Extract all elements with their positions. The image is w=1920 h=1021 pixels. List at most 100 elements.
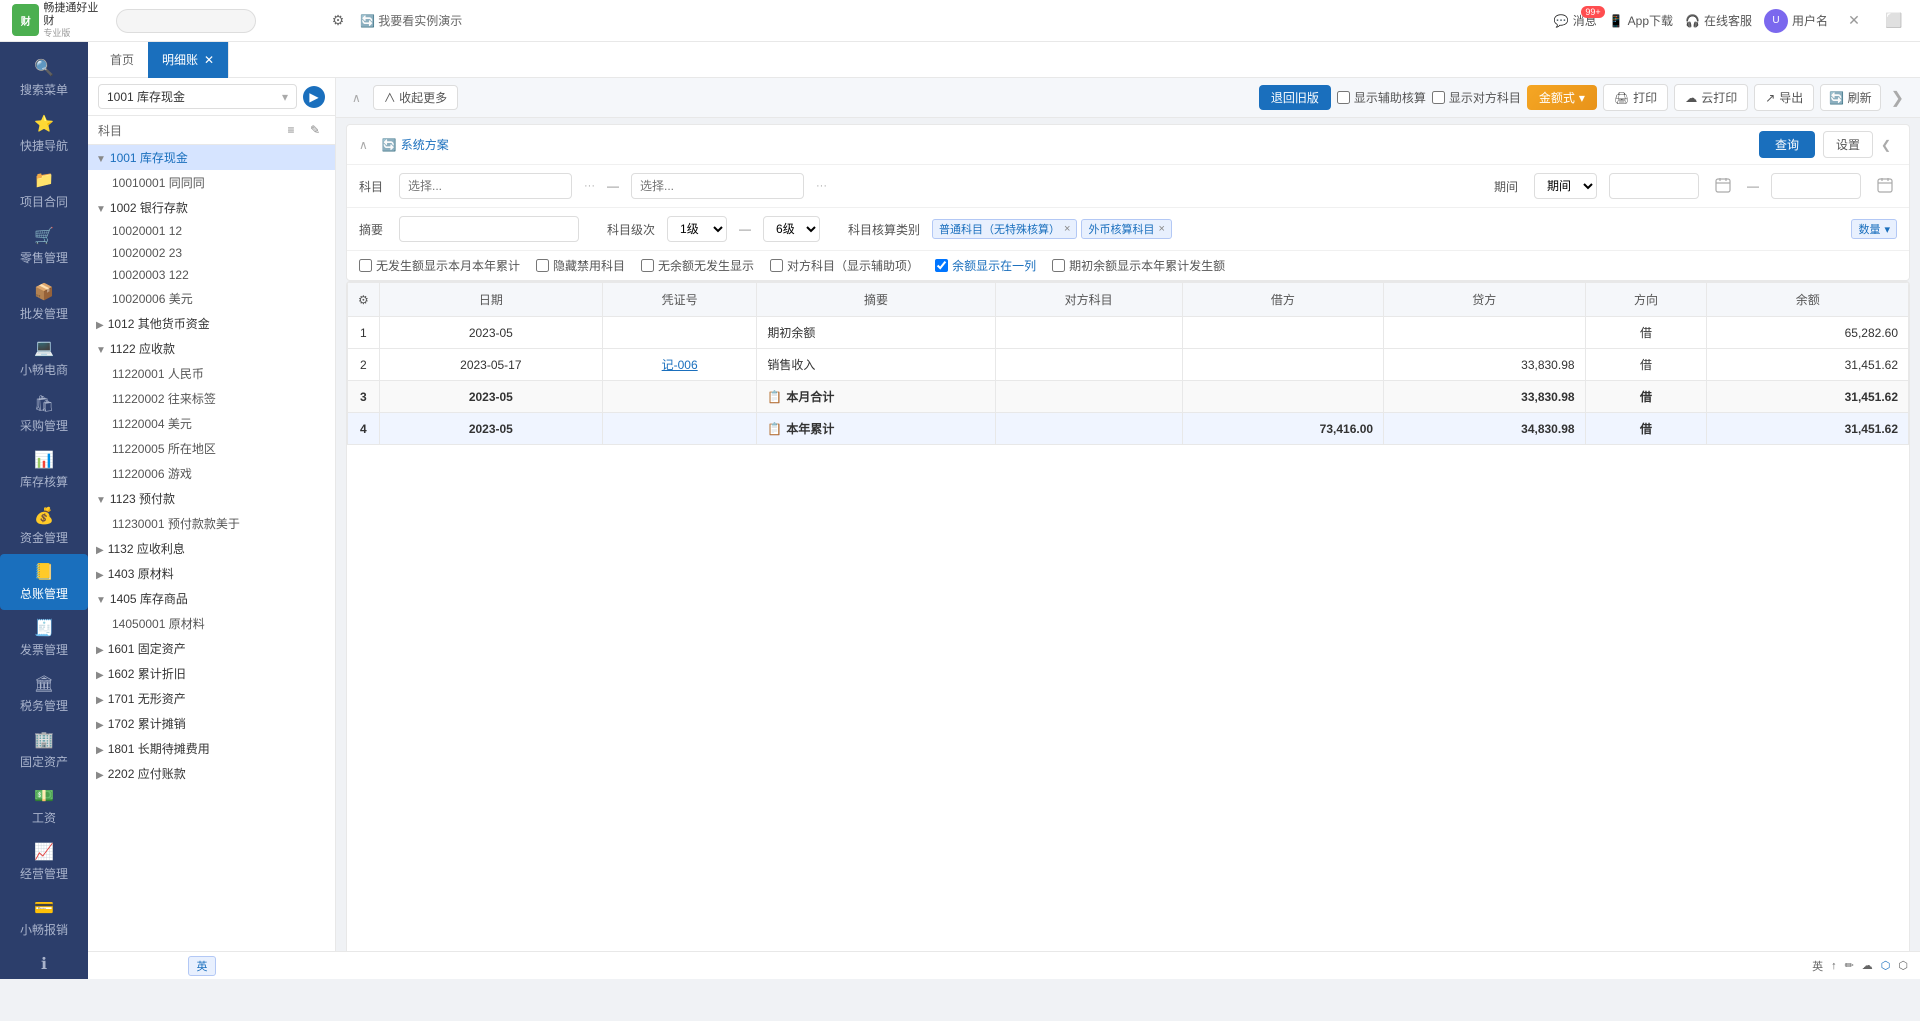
sidebar-item-purchase[interactable]: 🛍 采购管理 bbox=[0, 386, 88, 442]
checkbox-counterpart[interactable] bbox=[770, 259, 783, 272]
window-close-button[interactable]: ✕ bbox=[1840, 7, 1868, 35]
tree-node-11220006[interactable]: 11220006 游戏 bbox=[88, 461, 335, 486]
show-contra-checkbox[interactable] bbox=[1432, 91, 1445, 104]
tag-close-ordinary-button[interactable]: × bbox=[1064, 223, 1070, 235]
show-contra-check[interactable]: 显示对方科目 bbox=[1432, 89, 1521, 106]
tab-close-icon[interactable]: ✕ bbox=[204, 53, 214, 67]
checkbox-no-balance[interactable] bbox=[359, 259, 372, 272]
tree-node-10020002[interactable]: 10020002 23 bbox=[88, 242, 335, 264]
tree-list-icon[interactable]: ≡ bbox=[281, 120, 301, 140]
check-no-balance[interactable]: 无发生额显示本月本年累计 bbox=[359, 257, 520, 274]
demo-link[interactable]: 🔄 我要看实例演示 bbox=[360, 12, 462, 29]
show-aux-check[interactable]: 显示辅助核算 bbox=[1337, 89, 1426, 106]
sidebar-item-xiao-sales[interactable]: 💳 小畅报销 bbox=[0, 890, 88, 946]
collapse-right-icon[interactable]: ❯ bbox=[1887, 88, 1908, 108]
sidebar-item-quick-nav[interactable]: ⭐ 快捷导航 bbox=[0, 106, 88, 162]
check-hide-disabled[interactable]: 隐藏禁用科目 bbox=[536, 257, 625, 274]
settings-icon[interactable]: ⚙ bbox=[324, 7, 352, 35]
sidebar-item-project[interactable]: 📁 项目合同 bbox=[0, 162, 88, 218]
status-icon-5[interactable]: ⬡ bbox=[1881, 959, 1891, 972]
status-icon-6[interactable]: ⬡ bbox=[1898, 959, 1908, 972]
app-download-button[interactable]: 📱 App下载 bbox=[1609, 12, 1673, 29]
tree-node-1122[interactable]: ▼1122 应收款 bbox=[88, 336, 335, 361]
tree-node-1801[interactable]: ▶1801 长期待摊费用 bbox=[88, 736, 335, 761]
sidebar-item-inventory[interactable]: 📊 库存核算 bbox=[0, 442, 88, 498]
tree-node-1701[interactable]: ▶1701 无形资产 bbox=[88, 686, 335, 711]
user-button[interactable]: U 用户名 bbox=[1764, 9, 1828, 33]
tree-node-11220005[interactable]: 11220005 所在地区 bbox=[88, 436, 335, 461]
tree-node-1602[interactable]: ▶1602 累计折旧 bbox=[88, 661, 335, 686]
tree-node-10020003[interactable]: 10020003 122 bbox=[88, 264, 335, 286]
tree-node-10020006[interactable]: 10020006 美元 bbox=[88, 286, 335, 311]
subject-from-input[interactable] bbox=[399, 173, 572, 199]
qty-tag[interactable]: 数量 ▾ bbox=[1851, 219, 1897, 239]
online-service-button[interactable]: 🎧 在线客服 bbox=[1685, 12, 1752, 29]
sidebar-item-tax[interactable]: 🏛 税务管理 bbox=[0, 666, 88, 722]
tree-node-1012[interactable]: ▶1012 其他货币资金 bbox=[88, 311, 335, 336]
tree-node-14050001[interactable]: 14050001 原材料 bbox=[88, 611, 335, 636]
tree-node-11220001[interactable]: 11220001 人民币 bbox=[88, 361, 335, 386]
show-aux-checkbox[interactable] bbox=[1337, 91, 1350, 104]
period-end-input[interactable]: 2023-05 bbox=[1771, 173, 1861, 199]
tree-node-10020001[interactable]: 10020001 12 bbox=[88, 220, 335, 242]
check-no-balance2[interactable]: 无余额无发生显示 bbox=[641, 257, 754, 274]
tab-home[interactable]: 首页 bbox=[96, 42, 148, 78]
status-icon-1[interactable]: 英 bbox=[1812, 958, 1823, 974]
message-button[interactable]: 💬 消息 99+ bbox=[1554, 12, 1597, 29]
filter-more-button[interactable]: ∧ 收起更多 bbox=[373, 85, 458, 110]
tree-node-1601[interactable]: ▶1601 固定资产 bbox=[88, 636, 335, 661]
set-button[interactable]: 设置 bbox=[1823, 131, 1873, 158]
account-selector[interactable]: 1001 库存现金 ▾ bbox=[98, 84, 297, 109]
tree-node-11230001[interactable]: 11230001 预付款款美于 bbox=[88, 511, 335, 536]
tree-node-1132[interactable]: ▶1132 应收利息 bbox=[88, 536, 335, 561]
checkbox-hide-disabled[interactable] bbox=[536, 259, 549, 272]
collapse-left-icon[interactable]: ∧ bbox=[348, 91, 365, 105]
tab-detail[interactable]: 明细账 ✕ bbox=[148, 42, 229, 78]
collapse-icon[interactable]: ❮ bbox=[1881, 138, 1897, 152]
tree-node-11220002[interactable]: 11220002 往来标签 bbox=[88, 386, 335, 411]
tree-node-1123[interactable]: ▼1123 预付款 bbox=[88, 486, 335, 511]
sidebar-item-payroll[interactable]: 💵 工资 bbox=[0, 778, 88, 834]
subject-to-input[interactable] bbox=[631, 173, 804, 199]
status-icon-4[interactable]: ☁ bbox=[1862, 959, 1873, 972]
refresh-button[interactable]: 🔄 刷新 bbox=[1820, 84, 1880, 111]
query-button[interactable]: 查询 bbox=[1759, 131, 1815, 158]
tree-node-1702[interactable]: ▶1702 累计摊销 bbox=[88, 711, 335, 736]
next-account-button[interactable]: ▶ bbox=[303, 86, 325, 108]
period-start-input[interactable]: 2023-05 bbox=[1609, 173, 1699, 199]
tree-edit-icon[interactable]: ✎ bbox=[305, 120, 325, 140]
checkbox-show-accum[interactable] bbox=[1052, 259, 1065, 272]
sidebar-item-invoice[interactable]: 🧾 发票管理 bbox=[0, 610, 88, 666]
back-to-old-button[interactable]: 退回旧版 bbox=[1259, 85, 1331, 110]
lang-toggle-button[interactable]: 英 bbox=[188, 956, 216, 976]
tree-node-2202[interactable]: ▶2202 应付账款 bbox=[88, 761, 335, 786]
summary-input[interactable] bbox=[399, 216, 579, 242]
sidebar-item-wholesale[interactable]: 📦 批发管理 bbox=[0, 274, 88, 330]
checkbox-show-one-col[interactable] bbox=[935, 259, 948, 272]
check-show-one-col[interactable]: 余额显示在一列 bbox=[935, 257, 1036, 274]
status-icon-2[interactable]: ↑ bbox=[1831, 960, 1837, 972]
print-button[interactable]: 🖨 打印 bbox=[1603, 84, 1668, 111]
check-show-accum[interactable]: 期初余额显示本年累计发生额 bbox=[1052, 257, 1225, 274]
checkbox-no-balance2[interactable] bbox=[641, 259, 654, 272]
cloud-print-button[interactable]: ☁ 云打印 bbox=[1674, 84, 1748, 111]
tag-close-foreign-button[interactable]: × bbox=[1158, 223, 1164, 235]
tree-node-10010001[interactable]: 10010001 同同同 bbox=[88, 170, 335, 195]
search-input[interactable] bbox=[116, 9, 256, 33]
level-to-select[interactable]: 6级 bbox=[763, 216, 820, 242]
sidebar-item-assets[interactable]: 🏢 固定资产 bbox=[0, 722, 88, 778]
tree-node-1405[interactable]: ▼1405 库存商品 bbox=[88, 586, 335, 611]
check-counterpart[interactable]: 对方科目（显示辅助项） bbox=[770, 257, 919, 274]
sidebar-item-retail[interactable]: 🛒 零售管理 bbox=[0, 218, 88, 274]
tree-node-1002[interactable]: ▼1002 银行存款 bbox=[88, 195, 335, 220]
period-type-select[interactable]: 期间 bbox=[1534, 173, 1597, 199]
tree-node-11220004[interactable]: 11220004 美元 bbox=[88, 411, 335, 436]
tree-node-1001[interactable]: ▼1001 库存现金 bbox=[88, 145, 335, 170]
scheme-select-btn[interactable]: 🔄 系统方案 bbox=[376, 134, 455, 155]
level-from-select[interactable]: 1级 bbox=[667, 216, 727, 242]
table-gear-icon[interactable]: ⚙ bbox=[358, 293, 369, 307]
sidebar-item-ledger[interactable]: 📒 总账管理 bbox=[0, 554, 88, 610]
sidebar-item-basic[interactable]: ℹ 基础信息 bbox=[0, 946, 88, 979]
window-expand-button[interactable]: ⬜ bbox=[1880, 7, 1908, 35]
status-icon-3[interactable]: ✏ bbox=[1845, 959, 1854, 972]
